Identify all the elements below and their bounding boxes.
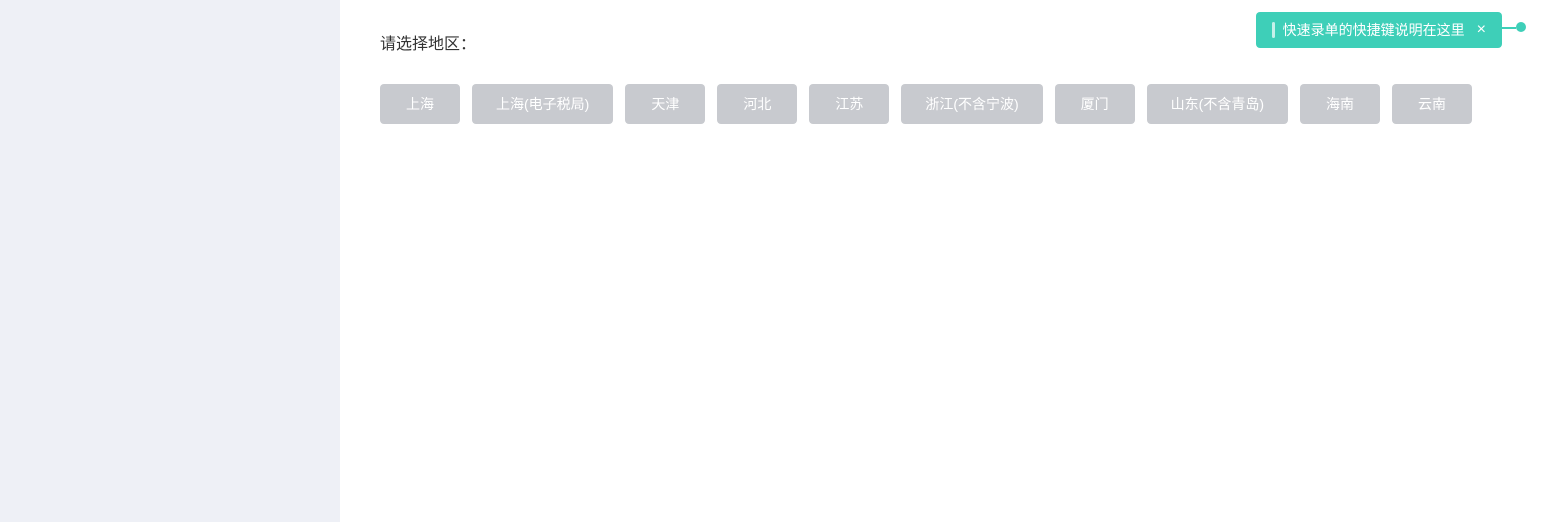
region-button-shandong[interactable]: 山东(不含青岛) xyxy=(1147,84,1288,124)
main-content: 请选择地区： 上海上海(电子税局)天津河北江苏浙江(不含宁波)厦门山东(不含青岛… xyxy=(340,0,1562,522)
tooltip-banner[interactable]: 快速录单的快捷键说明在这里 × xyxy=(1256,12,1502,48)
region-button-hainan[interactable]: 海南 xyxy=(1300,84,1380,124)
region-buttons: 上海上海(电子税局) 天津河北江苏浙江(不含宁波) 厦门山东(不含青岛) 海南云南 xyxy=(380,84,1522,124)
left-panel xyxy=(0,0,340,522)
region-button-shanghai-etax[interactable]: 上海(电子税局) xyxy=(472,84,613,124)
tooltip-text: 快速录单的快捷键说明在这里 xyxy=(1283,20,1465,40)
region-button-xiamen[interactable]: 厦门 xyxy=(1055,84,1135,124)
dot-indicator xyxy=(1516,22,1526,32)
region-button-tianjin[interactable]: 天津 xyxy=(625,84,705,124)
tooltip-close-button[interactable]: × xyxy=(1477,22,1486,38)
region-button-jiangsu[interactable]: 江苏 xyxy=(809,84,889,124)
region-button-hebei[interactable]: 河北 xyxy=(717,84,797,124)
region-button-zhejiang[interactable]: 浙江(不含宁波) xyxy=(901,84,1042,124)
tooltip-left-bar xyxy=(1272,22,1275,38)
connector-line xyxy=(1498,27,1516,29)
region-button-yunnan[interactable]: 云南 xyxy=(1392,84,1472,124)
region-button-shanghai[interactable]: 上海 xyxy=(380,84,460,124)
